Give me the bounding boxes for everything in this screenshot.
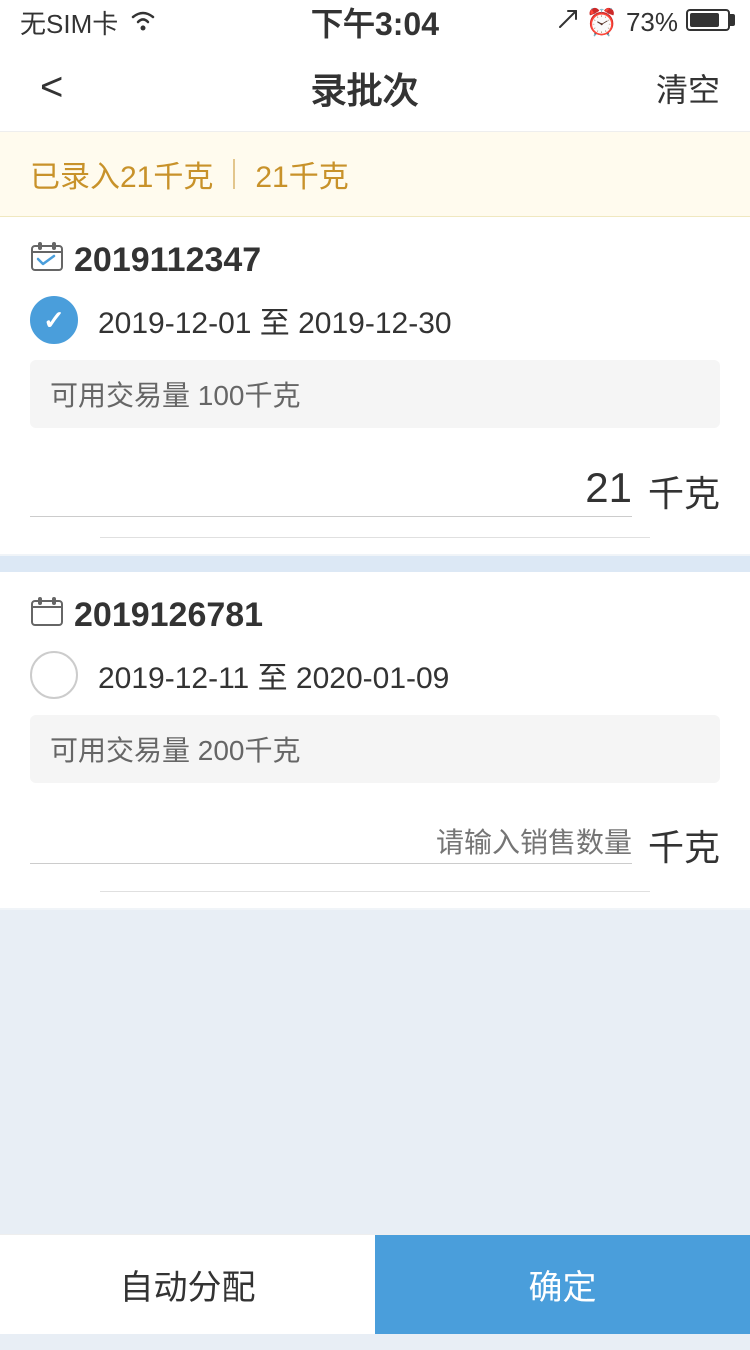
info-banner: 已录入21千克 21千克	[0, 132, 750, 217]
page-title: 录批次	[311, 62, 419, 114]
status-bar: 无SIM卡 下午3:04 ⏰ 73%	[0, 0, 750, 44]
clear-button[interactable]: 清空	[656, 65, 720, 111]
batch-1-date: 2019-12-01 至 2019-12-30	[98, 298, 452, 342]
auto-distribute-button[interactable]: 自动分配	[0, 1235, 375, 1334]
status-time: 下午3:04	[311, 0, 439, 45]
batch-2-amount-input[interactable]	[30, 827, 632, 859]
batch-2-radio[interactable]	[30, 651, 78, 699]
recorded-amount: 已录入21千克	[30, 152, 213, 196]
battery-percent: 73%	[626, 7, 678, 38]
batch-1-unit: 千克	[648, 465, 720, 517]
batch-1-available: 可用交易量 100千克	[30, 360, 720, 428]
batch-1-date-row: 2019-12-01 至 2019-12-30	[30, 296, 720, 344]
battery-icon	[686, 7, 730, 38]
batch-2-unit: 千克	[648, 819, 720, 871]
status-right: ⏰ 73%	[558, 7, 730, 38]
batch-card-1: 2019112347 2019-12-01 至 2019-12-30 可用交易量…	[0, 217, 750, 554]
batch-1-amount-row: 千克	[0, 444, 750, 537]
location-icon	[558, 7, 578, 38]
back-button[interactable]: <	[30, 55, 73, 120]
confirm-button[interactable]: 确定	[375, 1235, 750, 1334]
batch-1-id: 2019112347	[74, 241, 261, 280]
nav-bar: < 录批次 清空	[0, 44, 750, 132]
status-left: 无SIM卡	[20, 4, 158, 41]
batch-1-icon	[30, 242, 64, 280]
batch-1-radio[interactable]	[30, 296, 78, 344]
batch-1-header: 2019112347	[30, 241, 720, 280]
batch-2-date-row: 2019-12-11 至 2020-01-09	[30, 651, 720, 699]
batch-2-id: 2019126781	[74, 596, 263, 635]
carrier-text: 无SIM卡	[20, 4, 118, 41]
batch-1-input-wrapper	[30, 464, 632, 517]
batch-2-header: 2019126781	[30, 596, 720, 635]
batch-2-amount-row: 千克	[0, 799, 750, 891]
batch-2-icon	[30, 597, 64, 635]
card-divider	[0, 556, 750, 572]
batch-2-available: 可用交易量 200千克	[30, 715, 720, 783]
alarm-icon: ⏰	[586, 7, 618, 38]
batch-1-amount-input[interactable]	[552, 464, 632, 512]
total-amount: 21千克	[255, 152, 348, 196]
wifi-icon	[128, 7, 158, 38]
batch-2-input-wrapper	[30, 827, 632, 864]
batch-2-date: 2019-12-11 至 2020-01-09	[98, 653, 449, 697]
bottom-bar: 自动分配 确定	[0, 1234, 750, 1334]
info-divider	[233, 159, 235, 189]
batch-card-2: 2019126781 2019-12-11 至 2020-01-09 可用交易量…	[0, 572, 750, 908]
